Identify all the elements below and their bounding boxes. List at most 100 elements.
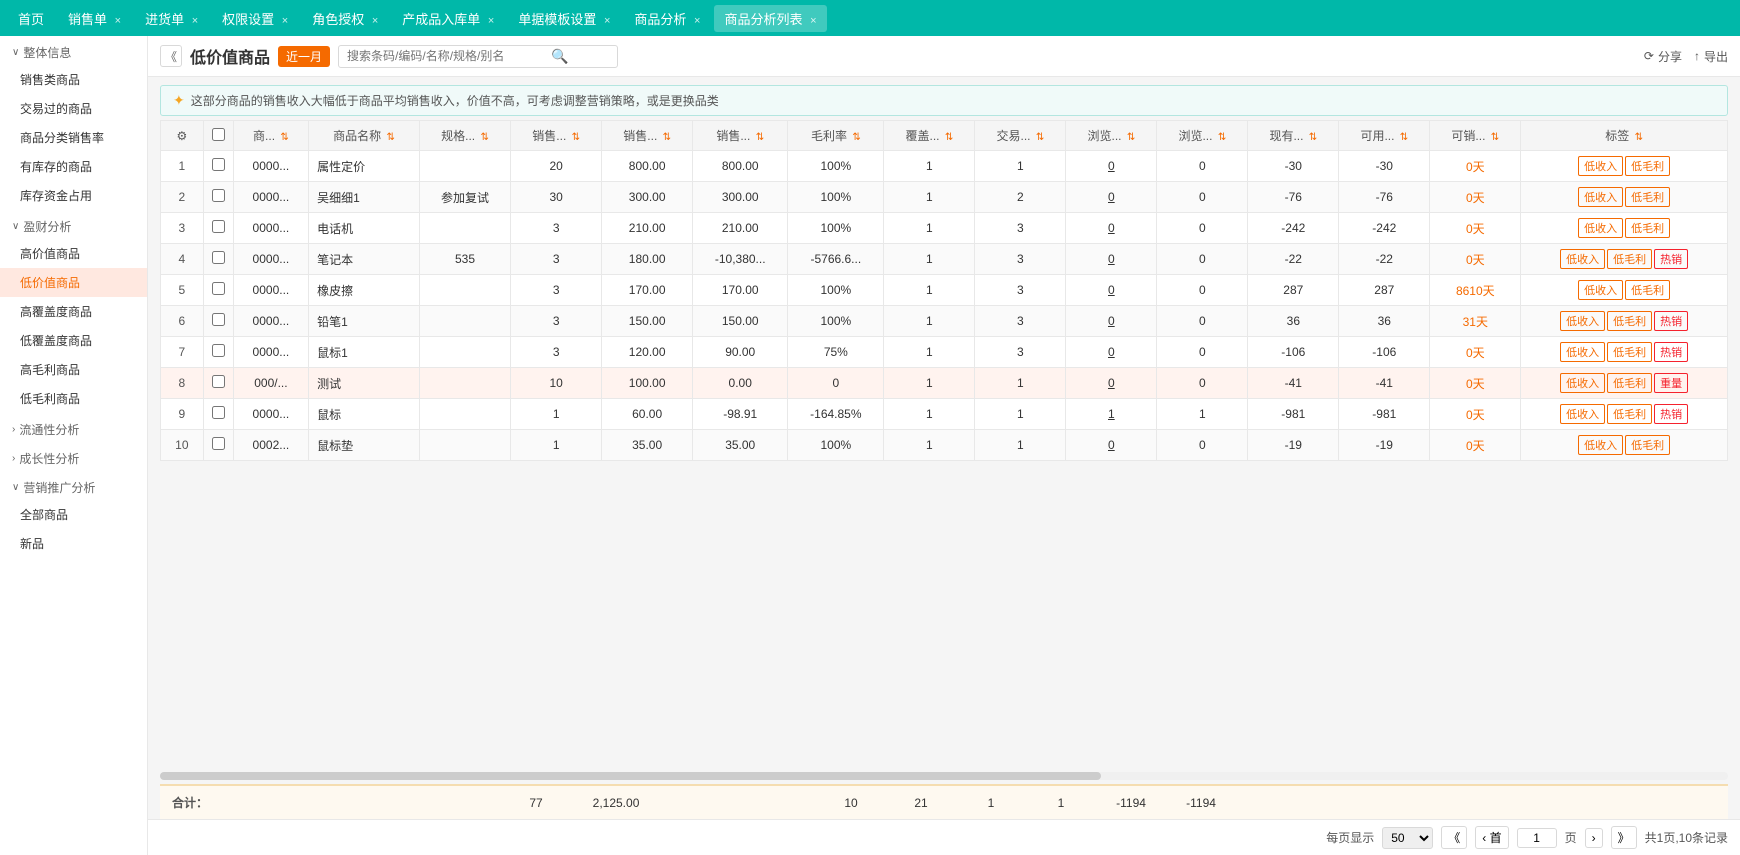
browse1[interactable]: 0 [1066,306,1157,337]
close-icon[interactable]: × [372,15,378,27]
row-checkbox[interactable] [203,182,233,213]
col-code[interactable]: 商... ⇅ [233,121,308,151]
product-name[interactable]: 鼠标1 [309,337,420,368]
nav-home[interactable]: 首页 [8,5,54,32]
col-sales-qty[interactable]: 销售... ⇅ [511,121,602,151]
next-page-button[interactable]: › [1585,828,1603,848]
col-spec[interactable]: 规格... ⇅ [419,121,510,151]
saleable-days: 0天 [1430,182,1521,213]
col-tags[interactable]: 标签 ⇅ [1521,121,1728,151]
nav-template-settings[interactable]: 单据模板设置 × [508,5,620,32]
browse1[interactable]: 0 [1066,337,1157,368]
horizontal-scrollbar[interactable] [160,772,1728,780]
sidebar-item-low-coverage[interactable]: 低覆盖度商品 [0,326,147,355]
col-saleable[interactable]: 可销... ⇅ [1430,121,1521,151]
col-sales-avg[interactable]: 销售... ⇅ [693,121,788,151]
nav-role-auth[interactable]: 角色授权 × [302,5,388,32]
col-browse1[interactable]: 浏览... ⇅ [1066,121,1157,151]
nav-purchase-order[interactable]: 进货单 × [135,5,208,32]
close-icon[interactable]: × [694,15,700,27]
last-page-button[interactable]: 》 [1611,826,1637,849]
browse1[interactable]: 0 [1066,151,1157,182]
sidebar-item-all-products[interactable]: 全部商品 [0,500,147,529]
col-name[interactable]: 商品名称 ⇅ [309,121,420,151]
nav-product-analysis-list[interactable]: 商品分析列表 × [714,5,826,32]
sidebar-item-sales-products[interactable]: 销售类商品 [0,65,147,94]
per-page-select[interactable]: 50 100 [1382,827,1433,849]
sidebar-item-stock-capital[interactable]: 库存资金占用 [0,181,147,210]
close-icon[interactable]: × [192,15,198,27]
sidebar-item-traded-products[interactable]: 交易过的商品 [0,94,147,123]
row-checkbox[interactable] [203,213,233,244]
sidebar-group-growth[interactable]: › 成长性分析 [0,442,147,471]
col-stock-now[interactable]: 现有... ⇅ [1248,121,1339,151]
row-checkbox[interactable] [203,368,233,399]
search-input[interactable] [347,49,547,63]
col-coverage[interactable]: 覆盖... ⇅ [884,121,975,151]
browse1[interactable]: 0 [1066,213,1157,244]
row-checkbox[interactable] [203,337,233,368]
sidebar-item-high-coverage[interactable]: 高覆盖度商品 [0,297,147,326]
browse1[interactable]: 0 [1066,182,1157,213]
product-name[interactable]: 笔记本 [309,244,420,275]
product-name[interactable]: 铅笔1 [309,306,420,337]
row-checkbox[interactable] [203,430,233,461]
search-icon[interactable]: 🔍 [551,48,568,65]
browse1[interactable]: 0 [1066,368,1157,399]
share-button[interactable]: ⟳ 分享 [1644,48,1682,65]
browse1[interactable]: 1 [1066,399,1157,430]
nav-product-analysis[interactable]: 商品分析 × [624,5,710,32]
row-checkbox[interactable] [203,151,233,182]
sidebar-group-financial[interactable]: ∨ 盈财分析 [0,210,147,239]
col-sales-amount[interactable]: 销售... ⇅ [602,121,693,151]
select-all-checkbox[interactable] [212,128,225,141]
col-browse2[interactable]: 浏览... ⇅ [1157,121,1248,151]
col-settings[interactable]: ⚙ [161,121,204,151]
close-icon[interactable]: × [115,15,121,27]
period-button[interactable]: 近一月 [278,46,330,67]
col-trade[interactable]: 交易... ⇅ [975,121,1066,151]
coverage: 1 [884,306,975,337]
sidebar-group-liquidity[interactable]: › 流通性分析 [0,413,147,442]
sidebar-group-overall[interactable]: ∨ 整体信息 [0,36,147,65]
sidebar-item-high-margin[interactable]: 高毛利商品 [0,355,147,384]
page-number-input[interactable] [1517,828,1557,848]
close-icon[interactable]: × [282,15,288,27]
sidebar-item-new-products[interactable]: 新品 [0,529,147,558]
col-available[interactable]: 可用... ⇅ [1339,121,1430,151]
close-icon[interactable]: × [810,15,816,27]
product-name[interactable]: 电话机 [309,213,420,244]
close-icon[interactable]: × [488,15,494,27]
scrollbar-thumb[interactable] [160,772,1101,780]
browse1[interactable]: 0 [1066,430,1157,461]
close-icon[interactable]: × [604,15,610,27]
first-page-button[interactable]: 《 [1441,826,1467,849]
sidebar-item-high-value[interactable]: 高价值商品 [0,239,147,268]
product-name[interactable]: 橡皮擦 [309,275,420,306]
row-checkbox[interactable] [203,275,233,306]
col-margin-rate[interactable]: 毛利率 ⇅ [788,121,884,151]
product-name[interactable]: 测试 [309,368,420,399]
sales-qty: 30 [511,182,602,213]
browse1[interactable]: 0 [1066,275,1157,306]
browse1[interactable]: 0 [1066,244,1157,275]
export-button[interactable]: ↑ 导出 [1694,48,1728,65]
nav-sales-order[interactable]: 销售单 × [58,5,131,32]
sidebar-item-low-margin[interactable]: 低毛利商品 [0,384,147,413]
sidebar-collapse-button[interactable]: 《 [160,45,182,67]
prev-page-button[interactable]: ‹ 首 [1475,826,1508,849]
row-checkbox[interactable] [203,244,233,275]
product-name[interactable]: 鼠标垫 [309,430,420,461]
product-name[interactable]: 吴细细1 [309,182,420,213]
sidebar-group-marketing[interactable]: ∨ 营销推广分析 [0,471,147,500]
nav-permission[interactable]: 权限设置 × [212,5,298,32]
product-tag: 低毛利 [1607,342,1652,362]
row-checkbox[interactable] [203,399,233,430]
sidebar-item-category-sales[interactable]: 商品分类销售率 [0,123,147,152]
product-name[interactable]: 鼠标 [309,399,420,430]
nav-product-inbound[interactable]: 产成品入库单 × [392,5,504,32]
row-checkbox[interactable] [203,306,233,337]
sidebar-item-low-value[interactable]: 低价值商品 [0,268,147,297]
product-name[interactable]: 属性定价 [309,151,420,182]
sidebar-item-stocked-products[interactable]: 有库存的商品 [0,152,147,181]
